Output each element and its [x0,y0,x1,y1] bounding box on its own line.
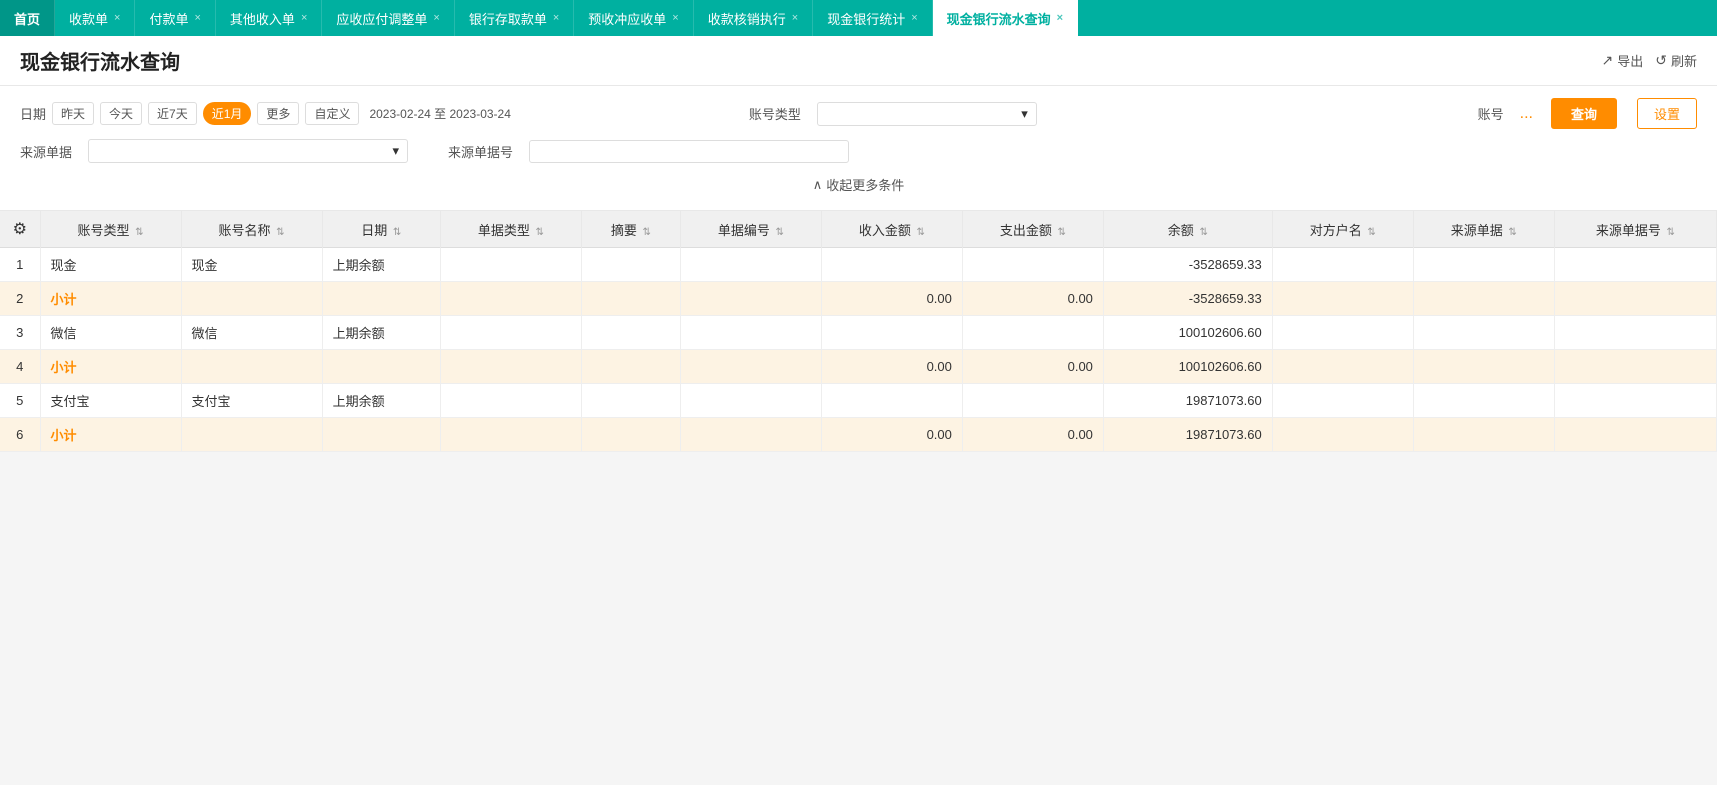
top-nav: 首页 收款单 × 付款单 × 其他收入单 × 应收应付调整单 × 银行存取款单 … [0,0,1717,36]
table-body: 1现金现金上期余额-3528659.332小计0.000.00-3528659.… [0,248,1717,452]
export-icon: ↗ [1602,52,1614,69]
filter-row-1: 日期 昨天 今天 近7天 近1月 更多 自定义 2023-02-24 至 202… [20,98,1697,129]
sort-icon: ⇅ [393,227,401,238]
date-range-display: 2023-02-24 至 2023-03-24 [369,105,510,122]
nav-tab-tongji[interactable]: 现金银行统计 × [813,0,932,36]
account-dots[interactable]: ... [1520,105,1533,123]
data-table: ⚙ 账号类型 ⇅ 账号名称 ⇅ 日期 ⇅ 单据类型 ⇅ [0,211,1717,452]
col-account-name[interactable]: 账号名称 ⇅ [181,211,322,248]
col-date[interactable]: 日期 ⇅ [322,211,440,248]
sort-icon: ⇅ [643,227,651,238]
col-doc-type[interactable]: 单据类型 ⇅ [440,211,581,248]
table-row: 5支付宝支付宝上期余额19871073.60 [0,384,1717,418]
table-row: 2小计0.000.00-3528659.33 [0,282,1717,316]
table-row: 3微信微信上期余额100102606.60 [0,316,1717,350]
source-doc-no-label: 来源单据号 [448,142,513,161]
nav-tab-qitashouru[interactable]: 其他收入单 × [216,0,322,36]
filter-row-2: 来源单据 ▾ 来源单据号 [20,139,1697,163]
account-type-select[interactable]: ▾ [817,102,1037,126]
settings-button[interactable]: 设置 [1637,98,1697,129]
date-btn-more[interactable]: 更多 [257,102,299,125]
close-icon[interactable]: × [114,12,120,24]
sort-icon: ⇅ [1199,227,1207,238]
date-filter-section: 日期 昨天 今天 近7天 近1月 更多 自定义 2023-02-24 至 202… [20,102,729,125]
refresh-icon: ↺ [1655,52,1667,69]
close-icon[interactable]: × [301,12,307,24]
close-icon[interactable]: × [911,12,917,24]
query-button[interactable]: 查询 [1551,98,1617,129]
nav-tab-yinhang[interactable]: 银行存取款单 × [455,0,574,36]
close-icon[interactable]: × [553,12,559,24]
sort-icon: ⇅ [276,227,284,238]
sort-icon: ⇅ [775,227,783,238]
nav-home[interactable]: 首页 [0,0,55,36]
nav-tab-yushou[interactable]: 预收冲应收单 × [574,0,693,36]
date-btn-yesterday[interactable]: 昨天 [52,102,94,125]
gear-icon[interactable]: ⚙ [13,221,27,238]
table-header-row: ⚙ 账号类型 ⇅ 账号名称 ⇅ 日期 ⇅ 单据类型 ⇅ [0,211,1717,248]
col-doc-no[interactable]: 单据编号 ⇅ [680,211,821,248]
source-doc-select[interactable]: ▾ [88,139,408,163]
account-label: 账号 [1478,104,1504,123]
collapse-button[interactable]: ∧ 收起更多条件 [809,171,909,198]
nav-tab-tiaozheng[interactable]: 应收应付调整单 × [322,0,454,36]
close-icon[interactable]: × [433,12,439,24]
sort-icon: ⇅ [1667,227,1675,238]
filter-area: 日期 昨天 今天 近7天 近1月 更多 自定义 2023-02-24 至 202… [0,86,1717,211]
refresh-button[interactable]: ↺ 刷新 [1655,51,1697,70]
table-container: ⚙ 账号类型 ⇅ 账号名称 ⇅ 日期 ⇅ 单据类型 ⇅ [0,211,1717,452]
page-header: 现金银行流水查询 ↗ 导出 ↺ 刷新 [0,36,1717,86]
table-row: 6小计0.000.0019871073.60 [0,418,1717,452]
close-icon[interactable]: × [1057,12,1063,24]
sort-icon: ⇅ [1508,227,1516,238]
close-icon[interactable]: × [672,12,678,24]
nav-tab-fukuan[interactable]: 付款单 × [135,0,215,36]
date-buttons: 昨天 今天 近7天 近1月 更多 自定义 [52,102,359,125]
nav-tab-liushui[interactable]: 现金银行流水查询 × [933,0,1078,36]
table-row: 4小计0.000.00100102606.60 [0,350,1717,384]
sort-icon: ⇅ [1058,227,1066,238]
sort-icon: ⇅ [135,227,143,238]
export-button[interactable]: ↗ 导出 [1602,51,1644,70]
date-btn-today[interactable]: 今天 [100,102,142,125]
col-account-type[interactable]: 账号类型 ⇅ [40,211,181,248]
table-row: 1现金现金上期余额-3528659.33 [0,248,1717,282]
col-settings[interactable]: ⚙ [0,211,40,248]
sort-icon: ⇅ [1367,227,1375,238]
col-expense[interactable]: 支出金额 ⇅ [962,211,1103,248]
col-balance[interactable]: 余额 ⇅ [1103,211,1272,248]
nav-tab-shoukuan[interactable]: 收款单 × [55,0,135,36]
header-actions: ↗ 导出 ↺ 刷新 [1602,51,1698,70]
date-label: 日期 [20,104,46,123]
sort-icon: ⇅ [536,227,544,238]
date-btn-7days[interactable]: 近7天 [148,102,197,125]
date-btn-custom[interactable]: 自定义 [305,102,359,125]
chevron-down-icon: ▾ [392,143,399,159]
source-doc-no-input[interactable] [529,140,849,163]
collapse-icon: ∧ [813,177,823,193]
source-doc-label: 来源单据 [20,142,72,161]
col-counterpart[interactable]: 对方户名 ⇅ [1272,211,1413,248]
col-summary[interactable]: 摘要 ⇅ [581,211,680,248]
chevron-down-icon: ▾ [1021,106,1028,122]
date-btn-1month[interactable]: 近1月 [203,102,252,125]
collapse-row: ∧ 收起更多条件 [20,171,1697,198]
col-income[interactable]: 收入金额 ⇅ [821,211,962,248]
col-source-doc[interactable]: 来源单据 ⇅ [1413,211,1554,248]
close-icon[interactable]: × [194,12,200,24]
page-title: 现金银行流水查询 [20,46,180,75]
close-icon[interactable]: × [792,12,798,24]
col-source-doc-no[interactable]: 来源单据号 ⇅ [1554,211,1716,248]
account-type-label: 账号类型 [749,104,801,123]
sort-icon: ⇅ [917,227,925,238]
nav-tab-hexiao[interactable]: 收款核销执行 × [694,0,813,36]
